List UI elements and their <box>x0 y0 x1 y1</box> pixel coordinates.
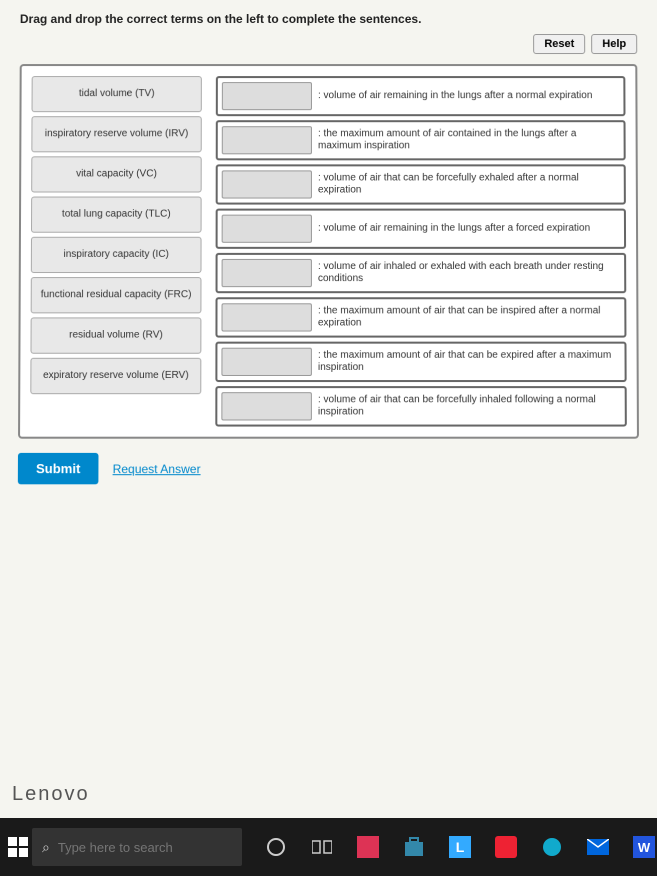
search-input[interactable] <box>58 840 234 855</box>
definition-text: : the maximum amount of air contained in… <box>318 128 620 152</box>
svg-text:L: L <box>456 839 465 855</box>
app-icon-L[interactable]: L <box>438 826 482 868</box>
definition-text: : volume of air that can be forcefully i… <box>318 394 621 418</box>
definition-row: : volume of air remaining in the lungs a… <box>216 209 626 249</box>
definition-row: : volume of air inhaled or exhaled with … <box>216 253 627 293</box>
term-item[interactable]: functional residual capacity (FRC) <box>31 277 202 313</box>
submit-button[interactable]: Submit <box>18 453 99 484</box>
drop-zone[interactable] <box>222 215 312 243</box>
definition-row: : volume of air that can be forcefully e… <box>216 164 626 204</box>
app-icon-red[interactable] <box>484 826 528 868</box>
definition-row: : the maximum amount of air that can be … <box>215 342 626 382</box>
definition-text: : volume of air inhaled or exhaled with … <box>318 261 620 285</box>
exercise-container: tidal volume (TV) inspiratory reserve vo… <box>18 64 639 439</box>
term-item[interactable]: inspiratory capacity (IC) <box>31 237 202 273</box>
svg-text:W: W <box>638 840 651 855</box>
request-answer-link[interactable]: Request Answer <box>113 462 201 476</box>
drop-zone[interactable] <box>221 303 311 331</box>
definition-row: : the maximum amount of air that can be … <box>215 297 626 337</box>
terms-column: tidal volume (TV) inspiratory reserve vo… <box>30 76 202 426</box>
drop-zone[interactable] <box>222 259 312 287</box>
definitions-column: : volume of air remaining in the lungs a… <box>215 76 627 426</box>
help-button[interactable]: Help <box>591 34 637 54</box>
drop-zone[interactable] <box>221 348 311 376</box>
definition-row: : the maximum amount of air contained in… <box>216 120 626 160</box>
term-item[interactable]: tidal volume (TV) <box>32 76 202 112</box>
drop-zone[interactable] <box>222 170 312 198</box>
search-icon: ⌕ <box>42 839 50 856</box>
taskview-icon[interactable] <box>300 826 344 868</box>
definition-row: : volume of air remaining in the lungs a… <box>216 76 626 116</box>
term-item[interactable]: inspiratory reserve volume (IRV) <box>31 116 201 152</box>
term-item[interactable]: expiratory reserve volume (ERV) <box>30 358 201 394</box>
word-icon[interactable]: W <box>622 826 657 868</box>
taskbar-apps: L W <box>254 826 657 868</box>
search-box[interactable]: ⌕ <box>32 828 242 866</box>
reset-button[interactable]: Reset <box>533 34 585 54</box>
brand-label: Lenovo <box>12 783 90 806</box>
start-button[interactable] <box>8 826 28 868</box>
windows-icon <box>8 837 28 857</box>
store-icon[interactable] <box>392 826 436 868</box>
header-buttons: Reset Help <box>20 34 637 54</box>
definition-text: : volume of air that can be forcefully e… <box>318 172 620 196</box>
term-item[interactable]: vital capacity (VC) <box>31 156 202 192</box>
definition-text: : the maximum amount of air that can be … <box>318 350 621 374</box>
term-item[interactable]: total lung capacity (TLC) <box>31 197 202 233</box>
definition-text: : the maximum amount of air that can be … <box>318 305 620 329</box>
term-item[interactable]: residual volume (RV) <box>30 317 201 353</box>
instruction-text: Drag and drop the correct terms on the l… <box>20 12 637 26</box>
drop-zone[interactable] <box>221 392 312 420</box>
cortana-icon[interactable] <box>254 826 298 868</box>
mail-icon[interactable] <box>576 826 620 868</box>
taskbar: ⌕ L W <box>0 818 657 876</box>
definition-row: : volume of air that can be forcefully i… <box>215 386 627 426</box>
app-icon-blue[interactable] <box>530 826 574 868</box>
drop-zone[interactable] <box>222 126 312 154</box>
definition-text: : volume of air remaining in the lungs a… <box>318 90 619 102</box>
app-icon-1[interactable] <box>346 826 390 868</box>
submit-row: Submit Request Answer <box>18 453 639 484</box>
definition-text: : volume of air remaining in the lungs a… <box>318 223 620 235</box>
drop-zone[interactable] <box>222 82 312 110</box>
